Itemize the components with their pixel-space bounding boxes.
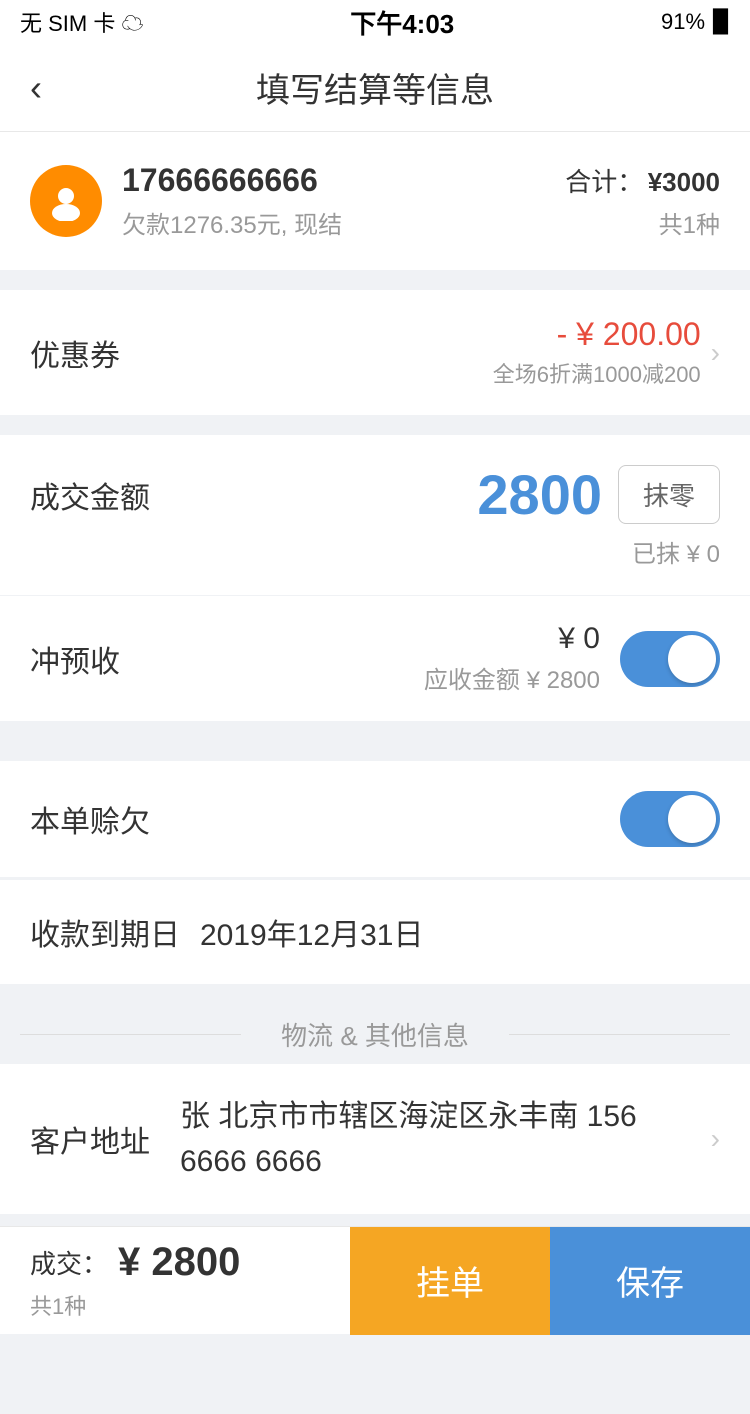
status-left: 无 SIM 卡 ☁ bbox=[20, 6, 143, 38]
amount-label: 成交金额 bbox=[30, 473, 150, 517]
customer-info: 17666666666 欠款1276.35元, 现结 bbox=[122, 162, 342, 240]
logistics-label: 物流 & 其他信息 bbox=[281, 1016, 469, 1053]
customer-right: 合计： ¥3000 共1种 bbox=[565, 162, 720, 240]
amount-value: 2800 bbox=[477, 467, 602, 523]
total-label: 合计： bbox=[565, 167, 643, 197]
divider-2 bbox=[0, 721, 750, 741]
prepay-label: 冲预收 bbox=[30, 637, 120, 681]
coupon-row[interactable]: 优惠券 - ¥ 200.00 全场6折满1000减200 › bbox=[0, 290, 750, 415]
suspend-button[interactable]: 挂单 bbox=[350, 1227, 550, 1335]
save-button[interactable]: 保存 bbox=[550, 1227, 750, 1335]
sim-label: 无 SIM 卡 ☁ bbox=[20, 6, 143, 38]
page-title: 填写结算等信息 bbox=[256, 63, 494, 112]
coupon-desc: 全场6折满1000减200 bbox=[493, 357, 701, 389]
content: 17666666666 欠款1276.35元, 现结 合计： ¥3000 共1种… bbox=[0, 132, 750, 1414]
bottom-summary: 成交： ¥ 2800 共1种 bbox=[0, 1240, 350, 1321]
logistics-line-left bbox=[20, 1034, 241, 1035]
prepay-right: ¥ 0 应收金额 ¥ 2800 bbox=[424, 622, 720, 695]
coupon-label: 优惠券 bbox=[30, 331, 120, 375]
credit-label: 本单赊欠 bbox=[30, 797, 150, 841]
bottom-bar: 成交： ¥ 2800 共1种 挂单 保存 bbox=[0, 1226, 750, 1334]
status-bar: 无 SIM 卡 ☁ 下午4:03 91% ▉ bbox=[0, 0, 750, 44]
amount-row: 成交金额 2800 抹零 bbox=[0, 435, 750, 534]
duedate-value: 2019年12月31日 bbox=[200, 910, 423, 954]
address-section[interactable]: 客户地址 张 北京市市辖区海淀区永丰南 156 6666 6666 › bbox=[0, 1064, 750, 1214]
duedate-label: 收款到期日 bbox=[30, 910, 180, 954]
header: ‹ 填写结算等信息 bbox=[0, 44, 750, 132]
credit-section: 本单赊欠 bbox=[0, 761, 750, 877]
battery-icon: ▉ bbox=[713, 9, 730, 35]
customer-phone: 17666666666 bbox=[122, 162, 342, 199]
coupon-right: - ¥ 200.00 全场6折满1000减200 › bbox=[493, 316, 720, 389]
logistics-divider: 物流 & 其他信息 bbox=[0, 1004, 750, 1064]
chevron-right-icon: › bbox=[711, 337, 720, 369]
amount-right: 2800 抹零 bbox=[477, 465, 720, 524]
prepay-sub: 应收金额 ¥ 2800 bbox=[424, 660, 600, 695]
back-button[interactable]: ‹ bbox=[30, 67, 42, 109]
bottom-count: 共1种 bbox=[30, 1289, 320, 1321]
total-count: 共1种 bbox=[565, 205, 720, 240]
status-time: 下午4:03 bbox=[350, 4, 454, 41]
credit-toggle[interactable] bbox=[620, 791, 720, 847]
address-label: 客户地址 bbox=[30, 1117, 150, 1161]
status-right: 91% ▉ bbox=[661, 9, 730, 35]
avatar bbox=[30, 165, 102, 237]
customer-debt: 欠款1276.35元, 现结 bbox=[122, 205, 342, 240]
divider-1 bbox=[0, 415, 750, 435]
customer-card: 17666666666 欠款1276.35元, 现结 合计： ¥3000 共1种 bbox=[0, 132, 750, 270]
prepay-amount: ¥ 0 bbox=[424, 622, 600, 656]
bottom-total-value: ¥ 2800 bbox=[118, 1240, 240, 1285]
duedate-section: 收款到期日 2019年12月31日 bbox=[0, 879, 750, 984]
amount-sub: 已抹 ¥ 0 bbox=[0, 534, 750, 595]
total-row: 合计： ¥3000 bbox=[565, 162, 720, 199]
coupon-discount: - ¥ 200.00 bbox=[493, 316, 701, 353]
battery-label: 91% bbox=[661, 9, 705, 35]
address-value: 张 北京市市辖区海淀区永丰南 156 6666 6666 bbox=[180, 1094, 711, 1184]
logistics-line-right bbox=[509, 1034, 730, 1035]
amount-section: 成交金额 2800 抹零 已抹 ¥ 0 冲预收 ¥ 0 应收金额 ¥ 2800 bbox=[0, 435, 750, 721]
bottom-total-row: 成交： ¥ 2800 bbox=[30, 1240, 320, 1285]
customer-left: 17666666666 欠款1276.35元, 现结 bbox=[30, 162, 342, 240]
credit-toggle-knob bbox=[668, 795, 716, 843]
toggle-knob bbox=[668, 635, 716, 683]
coupon-info: - ¥ 200.00 全场6折满1000减200 bbox=[493, 316, 701, 389]
prepay-row: 冲预收 ¥ 0 应收金额 ¥ 2800 bbox=[0, 595, 750, 721]
round-zero-button[interactable]: 抹零 bbox=[618, 465, 720, 524]
prepay-info: ¥ 0 应收金额 ¥ 2800 bbox=[424, 622, 600, 695]
total-value: ¥3000 bbox=[648, 167, 720, 197]
prepay-toggle[interactable] bbox=[620, 631, 720, 687]
bottom-total-label: 成交： bbox=[30, 1244, 108, 1281]
address-chevron-icon: › bbox=[711, 1123, 720, 1155]
